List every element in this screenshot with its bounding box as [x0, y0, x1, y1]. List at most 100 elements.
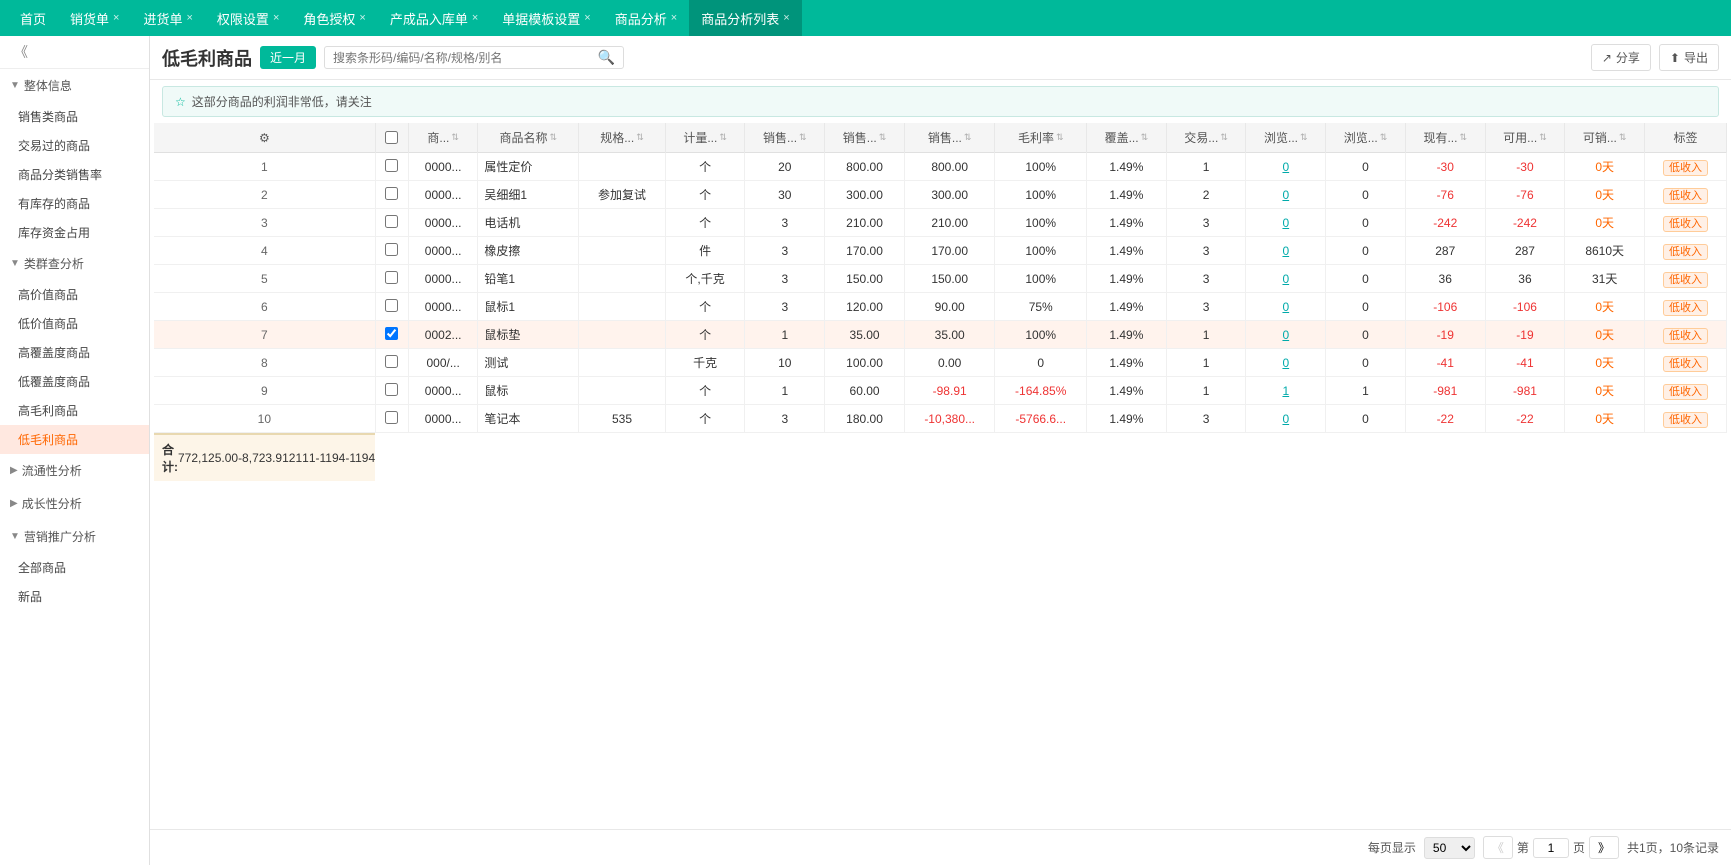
sort-sales-profit-icon[interactable]: ⇅ — [964, 132, 972, 143]
col-tag[interactable]: 标签 — [1645, 123, 1727, 153]
nav-purchase-order-close[interactable]: × — [186, 12, 192, 24]
sidebar-section-growth[interactable]: ▶ 成长性分析 — [0, 487, 149, 520]
nav-permissions-close[interactable]: × — [273, 12, 279, 24]
sidebar-item-low-coverage[interactable]: 低覆盖度商品 — [0, 367, 149, 396]
sidebar-item-low-value[interactable]: 低价值商品 — [0, 309, 149, 338]
sort-available-icon[interactable]: ⇅ — [1539, 132, 1547, 143]
sort-spec-icon[interactable]: ⇅ — [636, 132, 644, 143]
sidebar-item-high-value[interactable]: 高价值商品 — [0, 280, 149, 309]
search-input[interactable] — [333, 51, 598, 65]
nav-home[interactable]: 首页 — [8, 0, 58, 36]
col-view1[interactable]: 浏览...⇅ — [1246, 123, 1326, 153]
col-sales-price[interactable]: 销售...⇅ — [825, 123, 905, 153]
cell-checkbox[interactable] — [375, 321, 408, 349]
col-settings[interactable]: ⚙ — [154, 123, 375, 153]
col-coverage[interactable]: 覆盖...⇅ — [1087, 123, 1167, 153]
sidebar-item-low-margin[interactable]: 低毛利商品 — [0, 425, 149, 454]
nav-sales-order-close[interactable]: × — [113, 12, 119, 24]
cell-checkbox[interactable] — [375, 265, 408, 293]
sidebar-item-high-coverage[interactable]: 高覆盖度商品 — [0, 338, 149, 367]
cell-checkbox[interactable] — [375, 153, 408, 181]
sidebar-item-category-sales-rate[interactable]: 商品分类销售率 — [0, 160, 149, 189]
sort-current-icon[interactable]: ⇅ — [1459, 132, 1467, 143]
sort-view2-icon[interactable]: ⇅ — [1380, 132, 1388, 143]
col-view2[interactable]: 浏览...⇅ — [1326, 123, 1406, 153]
sidebar-item-all-products[interactable]: 全部商品 — [0, 553, 149, 582]
cell-view1[interactable]: 0 — [1246, 405, 1326, 433]
sidebar-section-marketing[interactable]: ▼ 营销推广分析 — [0, 520, 149, 553]
col-sellable[interactable]: 可销...⇅ — [1565, 123, 1645, 153]
nav-product-analysis-list[interactable]: 商品分析列表 × — [689, 0, 801, 36]
sort-view1-icon[interactable]: ⇅ — [1300, 132, 1308, 143]
sort-trade-icon[interactable]: ⇅ — [1220, 132, 1228, 143]
col-sales-profit[interactable]: 销售...⇅ — [904, 123, 995, 153]
nav-product-analysis-close[interactable]: × — [671, 12, 677, 24]
sort-code-icon[interactable]: ⇅ — [451, 132, 459, 143]
cell-view1[interactable]: 1 — [1246, 377, 1326, 405]
col-trade[interactable]: 交易...⇅ — [1166, 123, 1246, 153]
cell-view1[interactable]: 0 — [1246, 237, 1326, 265]
cell-view1[interactable]: 0 — [1246, 181, 1326, 209]
cell-view1[interactable]: 0 — [1246, 265, 1326, 293]
sort-gross-rate-icon[interactable]: ⇅ — [1056, 132, 1064, 143]
export-button[interactable]: ⬆ 导出 — [1659, 44, 1719, 71]
cell-view1[interactable]: 0 — [1246, 321, 1326, 349]
col-checkbox[interactable] — [375, 123, 408, 153]
search-icon[interactable]: 🔍 — [598, 49, 615, 66]
prev-page-btn[interactable]: 《 — [1483, 836, 1513, 859]
table-area[interactable]: ⚙ 商...⇅ 商品名称⇅ 规格...⇅ 计量...⇅ 销售...⇅ 销售...… — [150, 123, 1731, 829]
sort-unit-icon[interactable]: ⇅ — [719, 132, 727, 143]
col-gross-rate[interactable]: 毛利率⇅ — [995, 123, 1087, 153]
nav-sales-order[interactable]: 销货单 × — [58, 0, 131, 36]
cell-checkbox[interactable] — [375, 377, 408, 405]
nav-product-storage[interactable]: 产成品入库单 × — [378, 0, 490, 36]
sidebar-item-traded-products[interactable]: 交易过的商品 — [0, 131, 149, 160]
col-spec[interactable]: 规格...⇅ — [579, 123, 665, 153]
sidebar-item-new-products[interactable]: 新品 — [0, 582, 149, 611]
sidebar-section-overall[interactable]: ▼ 整体信息 — [0, 69, 149, 102]
sort-sales-qty-icon[interactable]: ⇅ — [799, 132, 807, 143]
col-current[interactable]: 现有...⇅ — [1405, 123, 1485, 153]
nav-role-auth[interactable]: 角色授权 × — [291, 0, 377, 36]
nav-template-settings[interactable]: 单据模板设置 × — [490, 0, 602, 36]
sidebar-collapse-btn[interactable]: 《 — [10, 42, 32, 62]
nav-role-auth-close[interactable]: × — [359, 12, 365, 24]
cell-view1[interactable]: 0 — [1246, 209, 1326, 237]
cell-view1[interactable]: 0 — [1246, 293, 1326, 321]
page-number-input[interactable] — [1533, 838, 1569, 858]
share-button[interactable]: ↗ 分享 — [1591, 44, 1651, 71]
nav-template-settings-close[interactable]: × — [584, 12, 590, 24]
period-button[interactable]: 近一月 — [260, 46, 316, 69]
sidebar-item-in-stock[interactable]: 有库存的商品 — [0, 189, 149, 218]
select-all-checkbox[interactable] — [385, 131, 398, 144]
nav-product-analysis-list-close[interactable]: × — [783, 12, 789, 24]
cell-checkbox[interactable] — [375, 405, 408, 433]
col-available[interactable]: 可用...⇅ — [1485, 123, 1565, 153]
cell-checkbox[interactable] — [375, 181, 408, 209]
sidebar-section-circulation[interactable]: ▶ 流通性分析 — [0, 454, 149, 487]
cell-checkbox[interactable] — [375, 293, 408, 321]
cell-view1[interactable]: 0 — [1246, 153, 1326, 181]
nav-permissions[interactable]: 权限设置 × — [205, 0, 291, 36]
nav-product-storage-close[interactable]: × — [472, 12, 478, 24]
sidebar-item-high-margin[interactable]: 高毛利商品 — [0, 396, 149, 425]
sort-name-icon[interactable]: ⇅ — [550, 132, 558, 143]
sidebar-section-cluster[interactable]: ▼ 类群查分析 — [0, 247, 149, 280]
sort-sellable-icon[interactable]: ⇅ — [1619, 132, 1627, 143]
col-name[interactable]: 商品名称⇅ — [478, 123, 579, 153]
page-size-select[interactable]: 10 20 50 100 — [1424, 837, 1475, 859]
sidebar-item-sales-products[interactable]: 销售类商品 — [0, 102, 149, 131]
col-sales-qty[interactable]: 销售...⇅ — [745, 123, 825, 153]
col-code[interactable]: 商...⇅ — [409, 123, 478, 153]
nav-purchase-order[interactable]: 进货单 × — [131, 0, 204, 36]
sort-coverage-icon[interactable]: ⇅ — [1141, 132, 1149, 143]
next-page-btn[interactable]: 》 — [1589, 836, 1619, 859]
nav-product-analysis[interactable]: 商品分析 × — [603, 0, 689, 36]
col-unit[interactable]: 计量...⇅ — [665, 123, 745, 153]
sidebar-item-inventory-capital[interactable]: 库存资金占用 — [0, 218, 149, 247]
sort-sales-price-icon[interactable]: ⇅ — [879, 132, 887, 143]
cell-checkbox[interactable] — [375, 349, 408, 377]
cell-checkbox[interactable] — [375, 237, 408, 265]
cell-checkbox[interactable] — [375, 209, 408, 237]
cell-view1[interactable]: 0 — [1246, 349, 1326, 377]
